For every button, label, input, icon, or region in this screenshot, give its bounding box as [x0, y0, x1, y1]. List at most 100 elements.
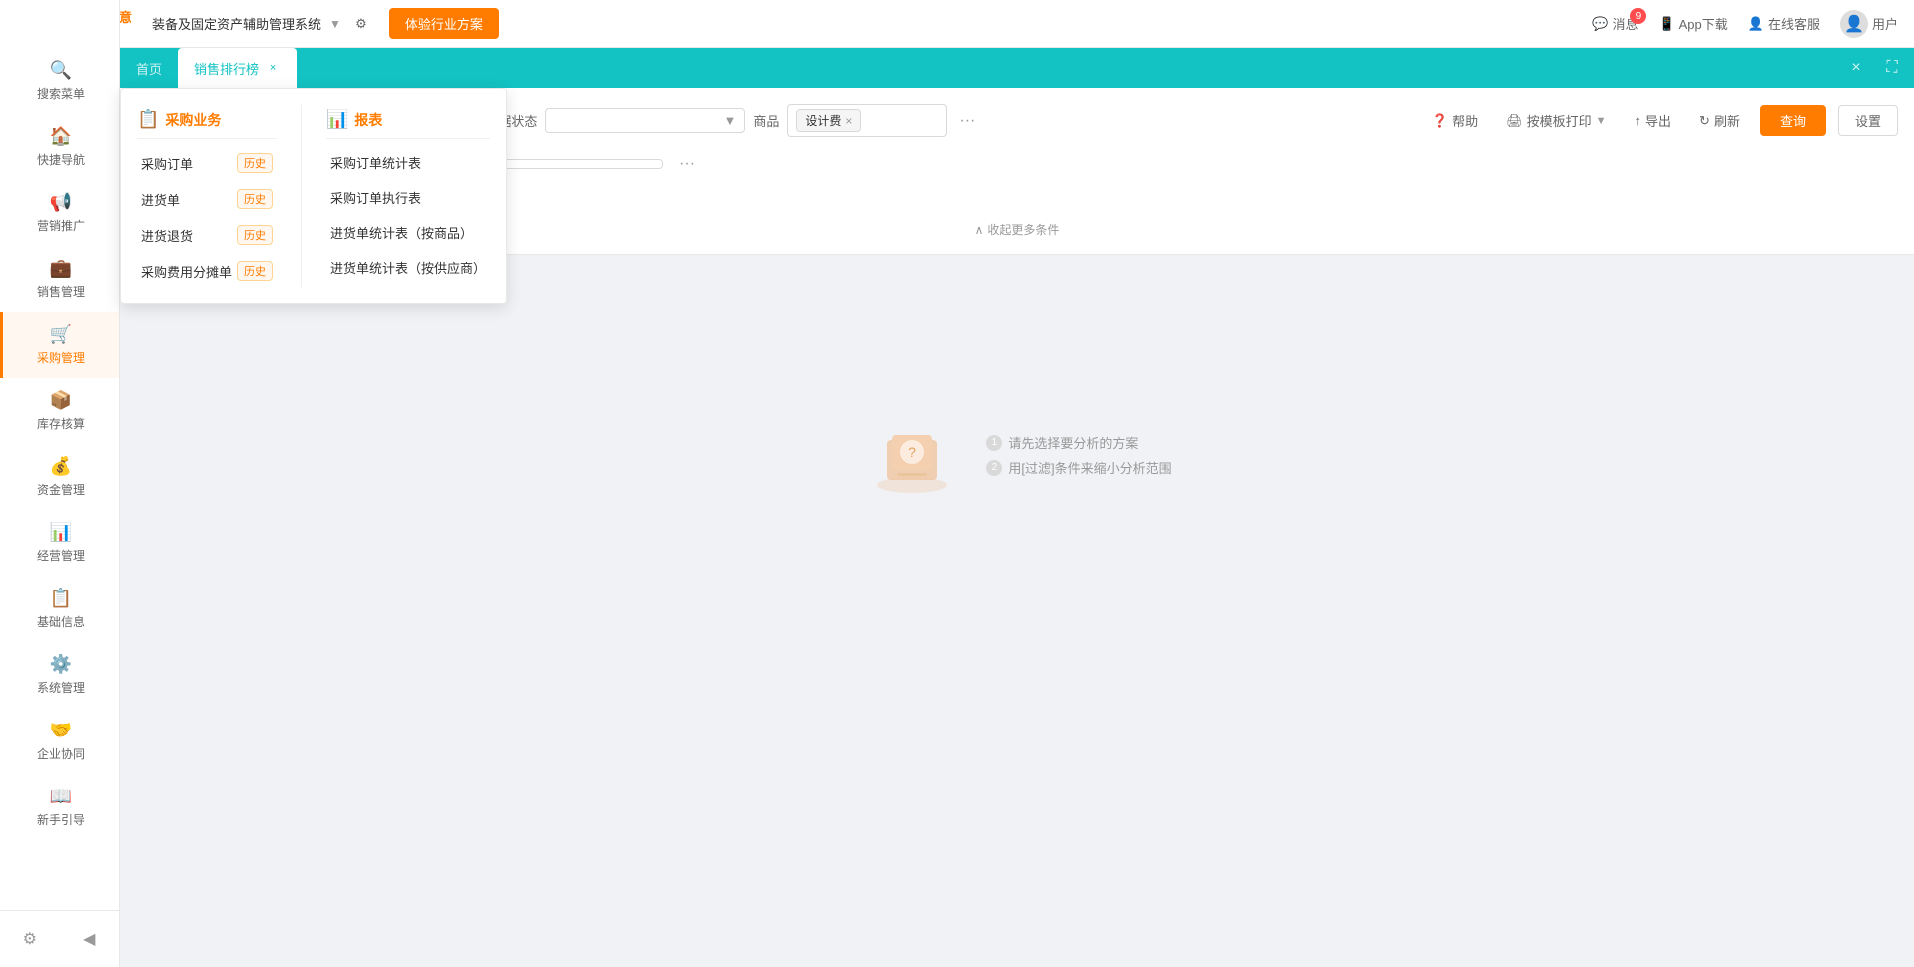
- empty-step2: 2 用[过滤]条件来缩小分析范围: [986, 458, 1171, 477]
- sidebar-collapse-btn[interactable]: ◀: [73, 923, 105, 955]
- user-label: 用户: [1872, 14, 1898, 33]
- print-icon: 🖨: [1506, 113, 1523, 129]
- sidebar-label-quick-nav: 快捷导航: [37, 151, 85, 168]
- sidebar-item-finance[interactable]: 💰 资金管理: [0, 444, 119, 510]
- filter-settings-btn[interactable]: 设置: [1838, 105, 1898, 136]
- basic-info-icon: 📋: [50, 588, 72, 609]
- finance-icon: 💰: [50, 456, 72, 477]
- sidebar-label-sales: 销售管理: [37, 283, 85, 300]
- app-download-label: App下载: [1679, 14, 1728, 33]
- empty-step1: 1 请先选择要分析的方案: [986, 433, 1138, 452]
- purchase-order-history[interactable]: 历史: [237, 153, 273, 173]
- export-btn[interactable]: ↑ 导出: [1627, 107, 1680, 134]
- tab-bar-right: × ⛶: [1842, 54, 1914, 82]
- status-input[interactable]: ▼: [545, 108, 745, 133]
- sidebar-label-purchase: 采购管理: [37, 349, 85, 366]
- message-icon: 💬: [1592, 16, 1608, 32]
- purchase-section-icon: 📋: [137, 109, 159, 130]
- goods-input[interactable]: 设计费 ×: [787, 104, 947, 137]
- print-btn[interactable]: 🖨 按模板打印 ▼: [1498, 107, 1614, 134]
- sidebar-item-system[interactable]: ⚙️ 系统管理: [0, 642, 119, 708]
- goods-tag-text: 设计费: [805, 112, 841, 129]
- help-btn[interactable]: ❓ 帮助: [1424, 107, 1486, 134]
- sidebar-item-sales[interactable]: 💼 销售管理: [0, 246, 119, 312]
- purchase-icon: 🛒: [50, 324, 72, 345]
- menu-item-purchase-order-stats[interactable]: 采购订单统计表: [326, 147, 490, 178]
- sidebar-label-search: 搜索菜单: [37, 85, 85, 102]
- inbound-stats-goods-label: 进货单统计表（按商品）: [330, 223, 473, 242]
- menu-item-inbound-stats-supplier[interactable]: 进货单统计表（按供应商）: [326, 252, 490, 283]
- purchase-section-title: 📋 采购业务: [137, 105, 277, 139]
- menu-item-purchase-expense[interactable]: 采购费用分摊单 历史: [137, 255, 277, 287]
- query-btn[interactable]: 查询: [1760, 105, 1826, 136]
- sidebar-label-guide: 新手引导: [37, 811, 85, 828]
- tab-close-all-btn[interactable]: ×: [1842, 54, 1870, 82]
- top-header: 6 畅捷通好生意 标准版 装备及固定资产辅助管理系统 ▼ ⚙ 体验行业方案 💬 …: [0, 0, 1914, 48]
- sidebar-item-inventory[interactable]: 📦 库存核算: [0, 378, 119, 444]
- tab-sales-rank[interactable]: 销售排行榜 ×: [178, 48, 297, 88]
- purchase-dropdown-menu: 📋 采购业务 采购订单 历史 进货单 历史 进货退货 历史 采购费用分摊单 历史…: [120, 88, 507, 304]
- goods-tag-remove[interactable]: ×: [845, 114, 852, 128]
- app-download-btn[interactable]: 📱 App下载: [1658, 14, 1727, 33]
- system-dropdown-arrow[interactable]: ▼: [329, 17, 341, 31]
- menu-item-inbound-return[interactable]: 进货退货 历史: [137, 219, 277, 251]
- phone-icon: 📱: [1658, 16, 1674, 32]
- purchase-order-label: 采购订单: [141, 154, 193, 173]
- purchase-expense-history[interactable]: 历史: [237, 261, 273, 281]
- refresh-btn[interactable]: ↻ 刷新: [1691, 107, 1748, 134]
- purchase-order-exec-label: 采购订单执行表: [330, 188, 421, 207]
- sidebar-item-quick-nav[interactable]: 🏠 快捷导航: [0, 114, 119, 180]
- inbound-return-history[interactable]: 历史: [237, 225, 273, 245]
- industry-btn[interactable]: 体验行业方案: [389, 8, 499, 39]
- menu-item-inbound[interactable]: 进货单 历史: [137, 183, 277, 215]
- empty-text: 1 请先选择要分析的方案 2 用[过滤]条件来缩小分析范围: [986, 433, 1171, 477]
- sidebar-menu: 🔍 搜索菜单 🏠 快捷导航 📢 营销推广 💼 销售管理 🛒 采购管理 📦 库存核…: [0, 48, 119, 840]
- sidebar-item-basic-info[interactable]: 📋 基础信息: [0, 576, 119, 642]
- system-settings-icon[interactable]: ⚙: [349, 12, 373, 36]
- tab-expand-btn[interactable]: ⛶: [1878, 54, 1906, 82]
- sidebar-settings-btn[interactable]: ⚙: [14, 923, 46, 955]
- goods-label: 商品: [753, 111, 779, 130]
- sidebar-label-inventory: 库存核算: [37, 415, 85, 432]
- sidebar-label-basic-info: 基础信息: [37, 613, 85, 630]
- online-service-label: 在线客服: [1768, 14, 1820, 33]
- message-btn[interactable]: 💬 消息 9: [1592, 14, 1638, 33]
- system-name-area: 装备及固定资产辅助管理系统 ▼ ⚙ 体验行业方案: [152, 8, 1592, 39]
- purchase-menu-section: 📋 采购业务 采购订单 历史 进货单 历史 进货退货 历史 采购费用分摊单 历史: [137, 105, 277, 287]
- goods-more-dots[interactable]: ···: [955, 112, 979, 130]
- sidebar-item-marketing[interactable]: 📢 营销推广: [0, 180, 119, 246]
- tab-home[interactable]: 首页: [120, 48, 178, 88]
- user-area[interactable]: 👤 用户: [1840, 10, 1898, 38]
- sidebar-item-enterprise[interactable]: 🤝 企业协同: [0, 708, 119, 774]
- purchase-order-stats-label: 采购订单统计表: [330, 153, 421, 172]
- export-icon: ↑: [1635, 113, 1642, 128]
- tab-close-btn[interactable]: ×: [265, 60, 281, 76]
- guide-icon: 📖: [50, 786, 72, 807]
- sidebar-item-purchase[interactable]: 🛒 采购管理: [0, 312, 119, 378]
- salesperson-more-dots[interactable]: ···: [675, 155, 699, 173]
- menu-divider: [301, 105, 302, 287]
- sidebar-bottom: ⚙ ◀: [0, 910, 119, 967]
- system-name-text: 装备及固定资产辅助管理系统: [152, 14, 321, 33]
- enterprise-icon: 🤝: [50, 720, 72, 741]
- sidebar-item-guide[interactable]: 📖 新手引导: [0, 774, 119, 840]
- sidebar-label-finance: 资金管理: [37, 481, 85, 498]
- user-avatar: 👤: [1840, 10, 1868, 38]
- message-badge: 9: [1630, 8, 1646, 24]
- collapse-btn[interactable]: ∧ 收起更多条件: [975, 221, 1060, 238]
- sidebar-item-search[interactable]: 🔍 搜索菜单: [0, 48, 119, 114]
- sidebar-item-operations[interactable]: 📊 经营管理: [0, 510, 119, 576]
- online-service-btn[interactable]: 👤 在线客服: [1748, 14, 1820, 33]
- operations-icon: 📊: [50, 522, 72, 543]
- menu-item-purchase-order-exec[interactable]: 采购订单执行表: [326, 182, 490, 213]
- step1-text: 请先选择要分析的方案: [1008, 433, 1138, 452]
- report-menu-section: 📊 报表 采购订单统计表 采购订单执行表 进货单统计表（按商品） 进货单统计表（…: [326, 105, 490, 287]
- menu-item-purchase-order[interactable]: 采购订单 历史: [137, 147, 277, 179]
- inbound-history[interactable]: 历史: [237, 189, 273, 209]
- tab-bar: 首页 销售排行榜 × × ⛶: [120, 48, 1914, 88]
- toolbar-right: ❓ 帮助 🖨 按模板打印 ▼ ↑ 导出 ↻ 刷新 查询 设置: [1424, 105, 1898, 136]
- svg-text:?: ?: [908, 444, 916, 460]
- menu-item-inbound-stats-goods[interactable]: 进货单统计表（按商品）: [326, 217, 490, 248]
- inventory-icon: 📦: [50, 390, 72, 411]
- collapse-icon: ∧: [975, 223, 984, 237]
